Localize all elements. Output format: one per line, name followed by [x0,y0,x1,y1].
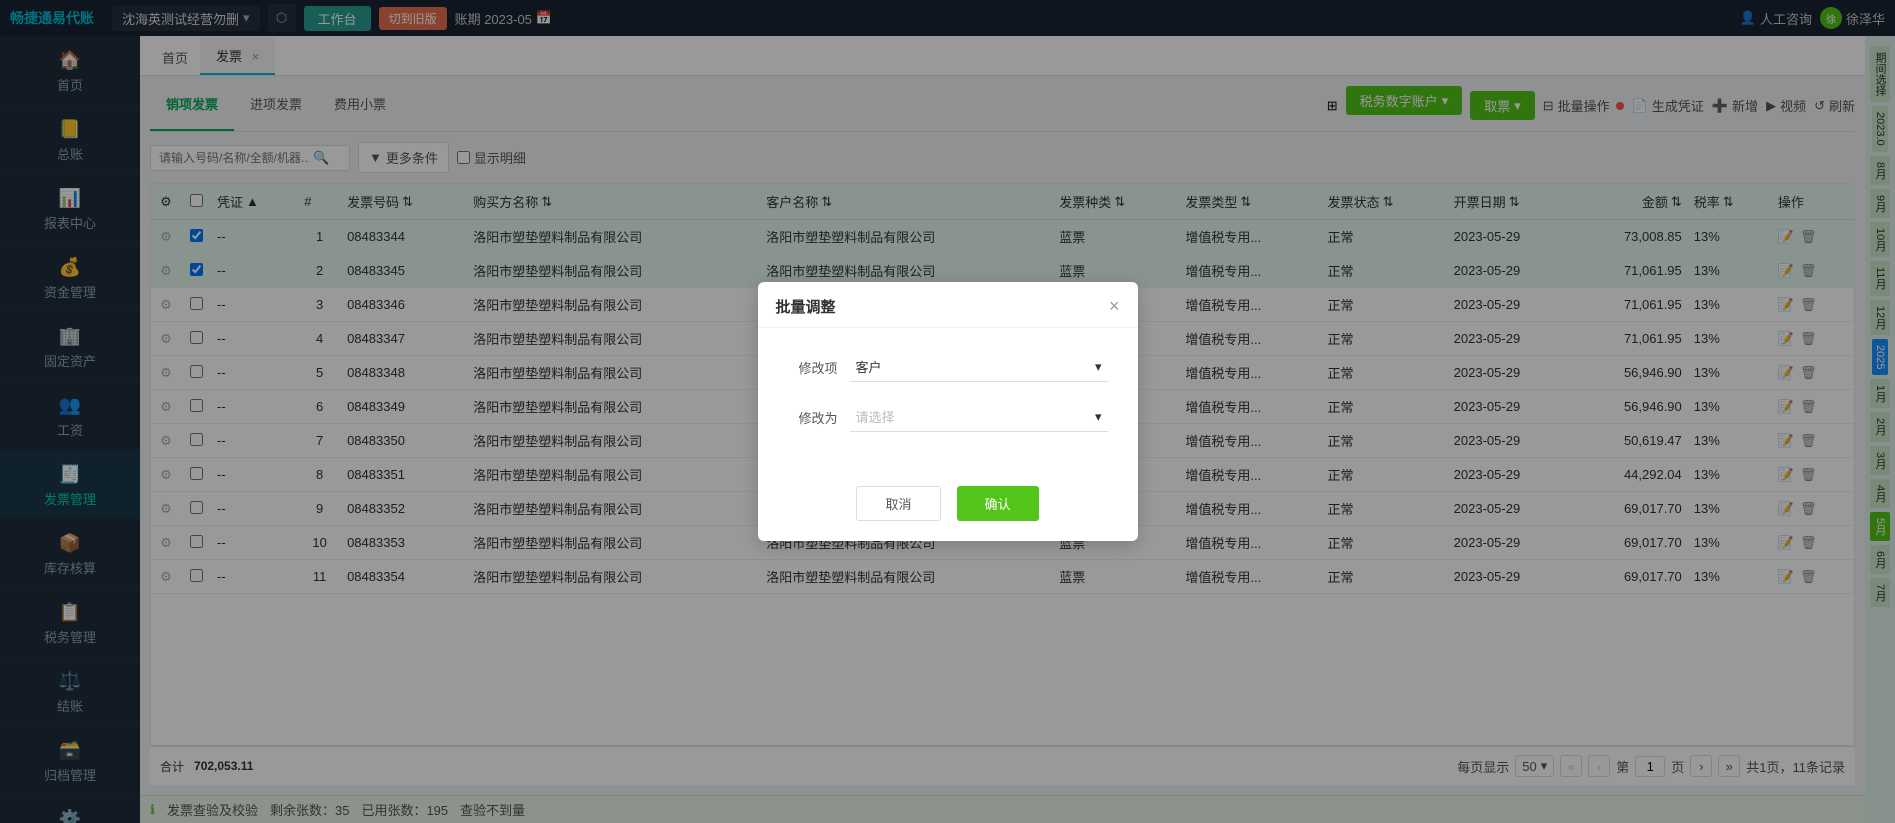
modal-title: 批量调整 [776,296,836,317]
modal-footer: 取消 确认 [758,476,1138,541]
modify-field-label: 修改项 [788,358,838,377]
batch-adjust-modal: 批量调整 × 修改项 客户 ▾ 修改为 请选择 ▾ 取消 确认 [758,282,1138,541]
field-dropdown-icon: ▾ [1095,359,1102,375]
modal-header: 批量调整 × [758,282,1138,328]
modify-value-label: 修改为 [788,408,838,427]
modal-row-field: 修改项 客户 ▾ [788,352,1108,382]
modal-row-value: 修改为 请选择 ▾ [788,402,1108,432]
modify-value-select[interactable]: 请选择 ▾ [850,402,1108,432]
modal-overlay: 批量调整 × 修改项 客户 ▾ 修改为 请选择 ▾ 取消 确认 [0,0,1895,823]
modify-value-placeholder: 请选择 [856,407,895,426]
modify-field-select[interactable]: 客户 ▾ [850,352,1108,382]
modal-cancel-button[interactable]: 取消 [856,486,940,521]
modify-field-value: 客户 [856,357,882,376]
value-dropdown-icon: ▾ [1095,409,1102,425]
modal-body: 修改项 客户 ▾ 修改为 请选择 ▾ [758,328,1138,476]
modal-close-button[interactable]: × [1109,296,1120,317]
modal-confirm-button[interactable]: 确认 [957,486,1039,521]
